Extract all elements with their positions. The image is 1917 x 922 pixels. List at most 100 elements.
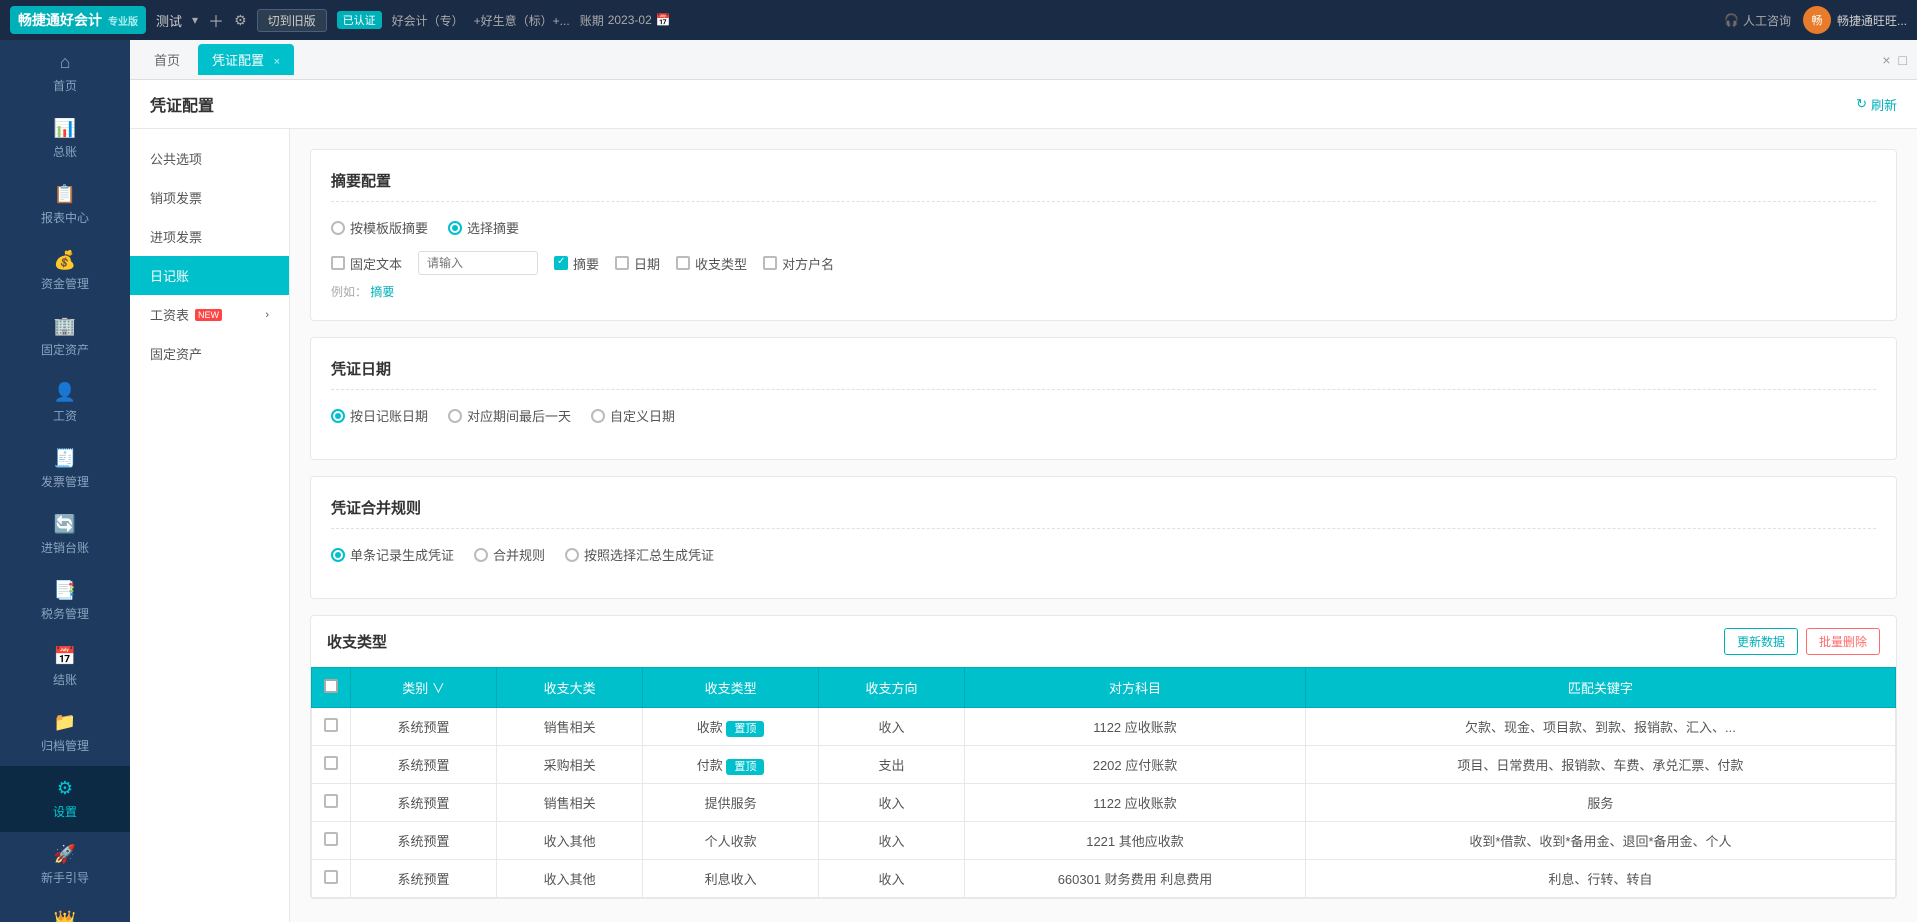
- radio-journal-date[interactable]: 按日记账日期: [331, 406, 428, 425]
- dropdown-arrow-icon[interactable]: ▾: [192, 13, 198, 27]
- radio-merge-rules-circle: [474, 548, 488, 562]
- td-major-4: 收入其他: [497, 860, 643, 898]
- radio-select-summary[interactable]: 选择摘要: [448, 218, 519, 237]
- td-type-1: 付款 置顶: [643, 746, 819, 784]
- checkbox-type[interactable]: 收支类型: [676, 254, 747, 273]
- checkbox-date[interactable]: 日期: [615, 254, 660, 273]
- td-keywords-2: 服务: [1305, 784, 1895, 822]
- income-type-section: 收支类型 更新数据 批量删除 类别 ∨: [310, 615, 1897, 899]
- row-checkbox-1[interactable]: [324, 756, 338, 770]
- sidebar-item-sales-ledger[interactable]: 🔄 进销台账: [0, 502, 130, 568]
- left-nav-label-purchase-invoice: 进项发票: [150, 227, 202, 246]
- period-value: 2023-02: [608, 13, 652, 27]
- checkbox-fixed-text[interactable]: 固定文本: [331, 254, 402, 273]
- left-nav-label-fixed-assets: 固定资产: [150, 344, 202, 363]
- tab-close-icon[interactable]: ×: [274, 56, 280, 68]
- summary-checkbox-row: 固定文本 摘要 日期 收支类型: [331, 251, 1876, 275]
- type-tag-0[interactable]: 置顶: [726, 721, 764, 737]
- sidebar-item-salary[interactable]: 👤 工资: [0, 370, 130, 436]
- settings-gear-icon: ⚙: [57, 778, 73, 799]
- left-nav-item-sales-invoice[interactable]: 销项发票: [130, 178, 289, 217]
- td-account-2: 1122 应收账款: [965, 784, 1306, 822]
- sidebar-item-ledger[interactable]: 📊 总账: [0, 106, 130, 172]
- sidebar-label-sales-ledger: 进销台账: [41, 539, 89, 556]
- td-keywords-1: 项目、日常费用、报销款、车费、承兑汇票、付款: [1305, 746, 1895, 784]
- left-nav-item-payroll[interactable]: 工资表 NEW ›: [130, 295, 289, 334]
- salary-icon: 👤: [54, 382, 76, 403]
- sidebar-item-archive[interactable]: 📁 归档管理: [0, 700, 130, 766]
- tab-voucher-config-label: 凭证配置: [212, 53, 264, 68]
- sidebar-item-invoice[interactable]: 🧾 发票管理: [0, 436, 130, 502]
- sidebar-item-home[interactable]: ⌂ 首页: [0, 40, 130, 106]
- th-direction: 收支方向: [818, 668, 964, 708]
- settings-icon[interactable]: ⚙: [234, 12, 247, 29]
- refresh-button[interactable]: ↻ 刷新: [1856, 95, 1897, 114]
- voucher-date-section: 凭证日期 按日记账日期 对应期间最后一天 自定义日期: [310, 337, 1897, 460]
- col-major: 收支大类: [544, 681, 596, 696]
- add-tab-icon[interactable]: ＋: [208, 8, 224, 32]
- tab-voucher-config[interactable]: 凭证配置 ×: [198, 44, 294, 75]
- radio-custom-date[interactable]: 自定义日期: [591, 406, 675, 425]
- member-icon: 👑: [54, 910, 76, 922]
- td-checkbox-2: [312, 784, 351, 822]
- type-tag-1[interactable]: 置顶: [726, 759, 764, 775]
- income-type-table: 类别 ∨ 收支大类 收支类型 收支方向 对方科目 匹配关键字 系统预置: [311, 667, 1896, 898]
- table-row: 系统预置 销售相关 收款 置顶 收入 1122 应收账款 欠款、现金、项目款、到…: [312, 708, 1896, 746]
- left-nav-item-purchase-invoice[interactable]: 进项发票: [130, 217, 289, 256]
- radio-merge-rules-label: 合并规则: [493, 545, 545, 564]
- sidebar-item-tax[interactable]: 📑 税务管理: [0, 568, 130, 634]
- left-nav-item-public[interactable]: 公共选项: [130, 139, 289, 178]
- checkbox-summary[interactable]: 摘要: [554, 254, 599, 273]
- row-checkbox-2[interactable]: [324, 794, 338, 808]
- logo-sub: 专业版: [108, 13, 138, 28]
- product-text1: 好会计（专）: [392, 12, 464, 29]
- sidebar-item-reports[interactable]: 📋 报表中心: [0, 172, 130, 238]
- th-major: 收支大类: [497, 668, 643, 708]
- calendar-icon[interactable]: 📅: [656, 13, 671, 27]
- switch-old-version-button[interactable]: 切到旧版: [257, 9, 327, 32]
- td-direction-3: 收入: [818, 822, 964, 860]
- sidebar-label-invoice: 发票管理: [41, 473, 89, 490]
- row-checkbox-0[interactable]: [324, 718, 338, 732]
- row-checkbox-4[interactable]: [324, 870, 338, 884]
- sidebar-item-guide[interactable]: 🚀 新手引导: [0, 832, 130, 898]
- merge-rules-section: 凭证合并规则 单条记录生成凭证 合并规则 按照选择汇总生成凭证: [310, 476, 1897, 599]
- td-checkbox-3: [312, 822, 351, 860]
- radio-period-last-day[interactable]: 对应期间最后一天: [448, 406, 571, 425]
- main-layout: ⌂ 首页 📊 总账 📋 报表中心 💰 资金管理 🏢 固定资产 👤 工资 🧾 发票…: [0, 40, 1917, 922]
- row-checkbox-3[interactable]: [324, 832, 338, 846]
- radio-single-record[interactable]: 单条记录生成凭证: [331, 545, 454, 564]
- chevron-right-icon: ›: [265, 309, 269, 321]
- radio-template-summary[interactable]: 按模板版摘要: [331, 218, 428, 237]
- update-data-button[interactable]: 更新数据: [1724, 628, 1798, 655]
- sidebar-item-closing[interactable]: 📅 结账: [0, 634, 130, 700]
- summary-config-section: 摘要配置 按模板版摘要 选择摘要: [310, 149, 1897, 321]
- radio-select-label: 选择摘要: [467, 218, 519, 237]
- sidebar-label-archive: 归档管理: [41, 737, 89, 754]
- sidebar-item-settings[interactable]: ⚙ 设置: [0, 766, 130, 832]
- radio-merge-rules[interactable]: 合并规则: [474, 545, 545, 564]
- customer-service-button[interactable]: 🎧 人工咨询: [1724, 12, 1791, 29]
- select-all-checkbox[interactable]: [324, 679, 338, 693]
- guide-icon: 🚀: [54, 844, 76, 865]
- sidebar-item-member[interactable]: 👑 畅会员: [0, 898, 130, 922]
- tab-bar: 首页 凭证配置 × × □: [130, 40, 1917, 80]
- td-major-2: 销售相关: [497, 784, 643, 822]
- radio-journal-date-circle: [331, 409, 345, 423]
- table-header-row: 类别 ∨ 收支大类 收支类型 收支方向 对方科目 匹配关键字: [312, 668, 1896, 708]
- table-actions: 更新数据 批量删除: [1724, 628, 1880, 655]
- fixed-text-input[interactable]: [418, 251, 538, 275]
- example-value: 摘要: [370, 285, 394, 299]
- left-nav-item-journal[interactable]: 日记账: [130, 256, 289, 295]
- avatar[interactable]: 畅: [1803, 6, 1831, 34]
- th-checkbox: [312, 668, 351, 708]
- window-maximize-icon[interactable]: □: [1899, 52, 1907, 68]
- sidebar-item-funds[interactable]: 💰 资金管理: [0, 238, 130, 304]
- window-close-icon[interactable]: ×: [1882, 52, 1890, 68]
- sidebar-item-assets[interactable]: 🏢 固定资产: [0, 304, 130, 370]
- batch-delete-button[interactable]: 批量删除: [1806, 628, 1880, 655]
- tab-home[interactable]: 首页: [140, 44, 194, 75]
- radio-summary-voucher[interactable]: 按照选择汇总生成凭证: [565, 545, 714, 564]
- checkbox-counterparty[interactable]: 对方户名: [763, 254, 834, 273]
- left-nav-item-fixed-assets[interactable]: 固定资产: [130, 334, 289, 373]
